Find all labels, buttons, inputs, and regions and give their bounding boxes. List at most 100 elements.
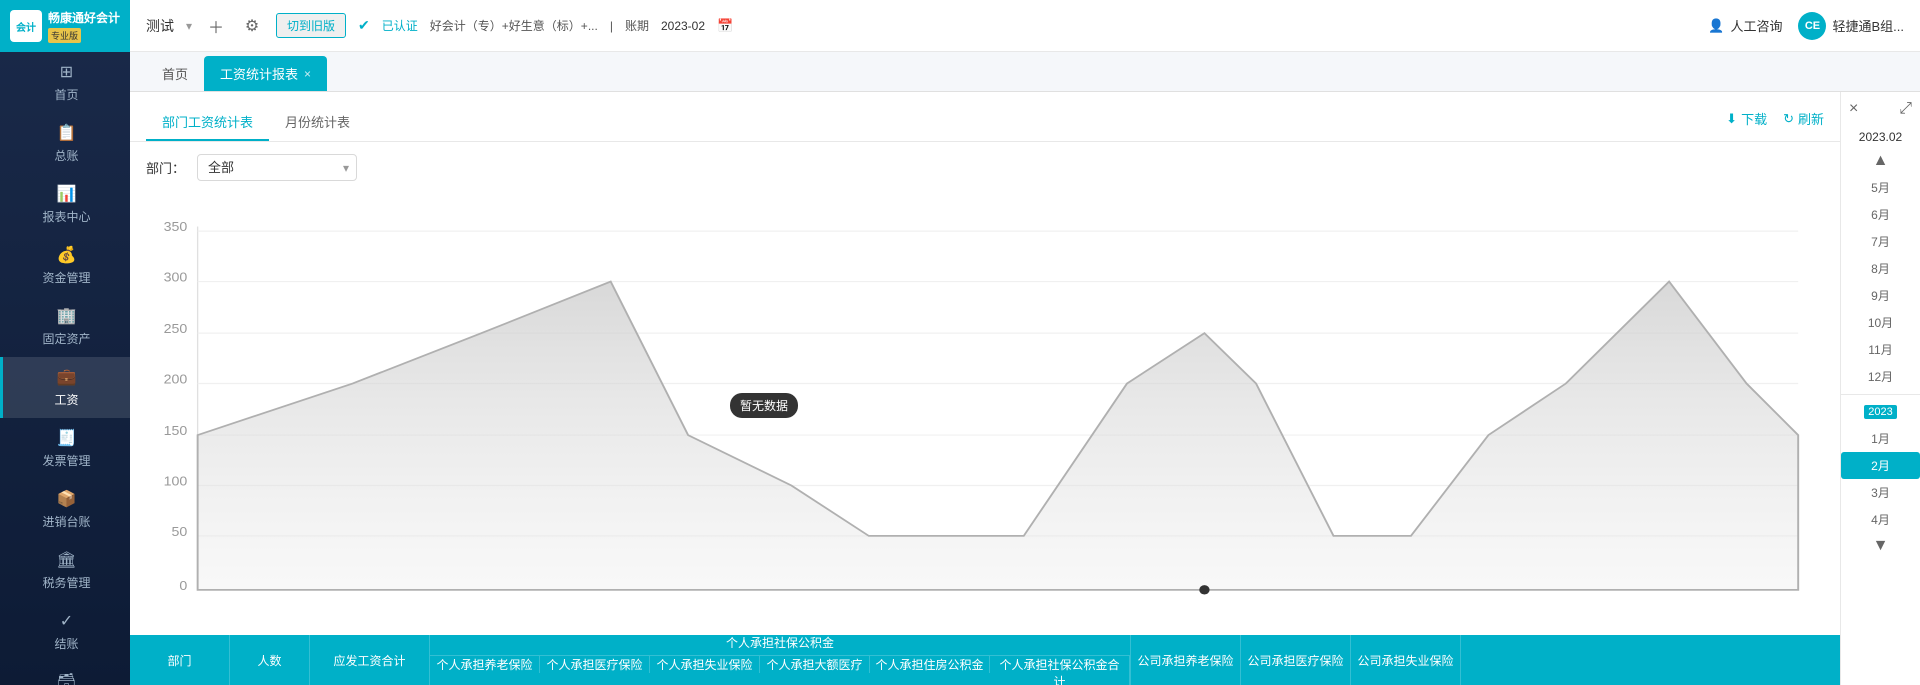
sidebar-item-report-center[interactable]: 📊 报表中心	[0, 174, 130, 235]
svg-text:200: 200	[164, 372, 188, 386]
dept-select[interactable]: 全部部门A部门B	[197, 154, 357, 181]
download-icon: ⬇	[1726, 111, 1737, 127]
period-value: 2023-02	[661, 19, 705, 33]
avatar: CE	[1798, 12, 1826, 40]
col-pension: 个人承担养老保险	[430, 656, 540, 673]
calendar-icon[interactable]: 📅	[717, 18, 733, 34]
content-area: 部门工资统计表 月份统计表 ⬇ 下载 ↻ 刷新 部门： 全部部门A	[130, 92, 1920, 685]
dept-filter-label: 部门：	[146, 158, 185, 177]
svg-text:0: 0	[179, 578, 187, 592]
salary-label: 工资	[54, 391, 78, 408]
prev-year-months: 5月6月7月8月9月10月11月12月	[1860, 174, 1901, 390]
sales-ledger-label: 进销台账	[42, 513, 90, 530]
general-ledger-icon: 📋	[57, 123, 77, 143]
month-11月[interactable]: 11月	[1860, 336, 1901, 363]
nav-down-button[interactable]: ▼	[1841, 533, 1920, 559]
chart-area: 350 300 250 200 150 100 50 0	[130, 193, 1840, 635]
month-5月[interactable]: 5月	[1860, 174, 1901, 201]
fund-management-icon: 💰	[57, 245, 77, 265]
tags-info: 好会计（专）+好生意（标）+...	[430, 17, 598, 34]
month-7月[interactable]: 7月	[1860, 228, 1901, 255]
month-10月[interactable]: 10月	[1860, 309, 1901, 336]
fund-management-label: 资金管理	[42, 269, 90, 286]
svg-text:150: 150	[164, 424, 188, 438]
help-icon: 👤	[1708, 18, 1724, 34]
sidebar-item-general-ledger[interactable]: 📋 总账	[0, 113, 130, 174]
col-dept: 部门	[130, 635, 230, 685]
svg-text:300: 300	[164, 270, 188, 284]
svg-text:100: 100	[164, 474, 188, 488]
sidebar-item-archive[interactable]: 🗃归档管理	[0, 662, 130, 685]
company-dropdown-icon[interactable]: ▾	[186, 19, 192, 33]
archive-icon: 🗃	[56, 672, 76, 685]
month-12月[interactable]: 12月	[1860, 363, 1901, 390]
sub-tab-actions: ⬇ 下载 ↻ 刷新	[1726, 109, 1824, 136]
dept-select-wrap: 全部部门A部门B	[197, 154, 357, 181]
expand-panel-button[interactable]: ⤢	[1899, 100, 1912, 118]
tab-home[interactable]: 首页	[146, 56, 204, 91]
help-label: 人工咨询	[1730, 16, 1782, 35]
sidebar-item-fund-management[interactable]: 💰 资金管理	[0, 235, 130, 296]
report-center-icon: 📊	[57, 184, 77, 204]
sub-tabs: 部门工资统计表 月份统计表 ⬇ 下载 ↻ 刷新	[130, 92, 1840, 142]
nav-up-button[interactable]: ▲	[1841, 148, 1920, 174]
month-2023-2月[interactable]: 2月	[1841, 452, 1920, 479]
tab-label-home: 首页	[162, 64, 188, 83]
tax-label: 税务管理	[42, 574, 90, 591]
period-label: 账期	[625, 17, 649, 34]
refresh-icon: ↻	[1783, 111, 1794, 127]
tab-close-salary-report[interactable]: ×	[304, 67, 311, 81]
month-2023-4月[interactable]: 4月	[1841, 506, 1920, 533]
col-unemployment: 个人承担失业保险	[650, 656, 760, 673]
sidebar-item-invoice[interactable]: 🧾 发票管理	[0, 418, 130, 479]
general-ledger-label: 总账	[54, 147, 78, 164]
col-total-personal: 个人承担社保公积金合计	[990, 656, 1130, 685]
invoice-label: 发票管理	[42, 452, 90, 469]
download-button[interactable]: ⬇ 下载	[1726, 109, 1767, 128]
sidebar-item-fixed-assets[interactable]: 🏢 固定资产	[0, 296, 130, 357]
tab-dept-salary[interactable]: 部门工资统计表	[146, 104, 269, 141]
year-2023-section: 2023 1月2月3月4月	[1841, 394, 1920, 533]
tab-salary-report[interactable]: 工资统计报表×	[204, 56, 327, 91]
logo-icon: 会计	[10, 10, 42, 42]
status-badge: 已认证	[382, 17, 418, 34]
report-center-label: 报表中心	[42, 208, 90, 225]
fixed-assets-icon: 🏢	[57, 306, 77, 326]
month-8月[interactable]: 8月	[1860, 255, 1901, 282]
help-button[interactable]: 👤 人工咨询	[1708, 16, 1782, 35]
sales-ledger-icon: 📦	[57, 489, 77, 509]
switch-version-button[interactable]: 切到旧版	[276, 13, 346, 38]
user-menu[interactable]: CE 轻捷通B组...	[1798, 12, 1904, 40]
closing-icon: ✓	[60, 611, 73, 631]
col-company-medical: 公司承担医疗保险	[1241, 635, 1351, 685]
home-icon: ⊞	[60, 62, 73, 82]
month-2023-3月[interactable]: 3月	[1841, 479, 1920, 506]
sidebar-item-closing[interactable]: ✓ 结账	[0, 601, 130, 662]
topbar-right: 👤 人工咨询 CE 轻捷通B组...	[1708, 12, 1904, 40]
company-name: 测试	[146, 16, 174, 36]
home-label: 首页	[54, 86, 78, 103]
month-9月[interactable]: 9月	[1860, 282, 1901, 309]
fixed-assets-label: 固定资产	[42, 330, 90, 347]
invoice-icon: 🧾	[57, 428, 77, 448]
table-footer: 部门 人数 应发工资合计 个人承担社保公积金 个人承担养老保险 个人承担医疗保险…	[130, 635, 1840, 685]
page-content: 部门工资统计表 月份统计表 ⬇ 下载 ↻ 刷新 部门： 全部部门A	[130, 92, 1840, 685]
current-year-months: 1月2月3月4月	[1841, 425, 1920, 533]
sidebar-item-tax[interactable]: 🏛税务管理	[0, 540, 130, 601]
tab-monthly-salary[interactable]: 月份统计表	[269, 104, 366, 141]
col-company-unemployment: 公司承担失业保险	[1351, 635, 1461, 685]
col-personal-insurance-header: 个人承担社保公积金	[430, 635, 1130, 656]
closing-label: 结账	[54, 635, 78, 652]
settings-icon[interactable]: ⚙	[240, 14, 264, 38]
refresh-button[interactable]: ↻ 刷新	[1783, 109, 1824, 128]
topbar: 测试 ▾ ＋ ⚙ 切到旧版 ✔ 已认证 好会计（专）+好生意（标）+... | …	[130, 0, 1920, 52]
close-panel-button[interactable]: ×	[1849, 100, 1858, 118]
sidebar-item-sales-ledger[interactable]: 📦 进销台账	[0, 479, 130, 540]
sidebar-item-salary[interactable]: 💼工资	[0, 357, 130, 418]
user-name: 轻捷通B组...	[1832, 16, 1904, 35]
svg-text:350: 350	[164, 220, 188, 234]
add-button[interactable]: ＋	[204, 14, 228, 38]
month-6月[interactable]: 6月	[1860, 201, 1901, 228]
sidebar-item-home[interactable]: ⊞ 首页	[0, 52, 130, 113]
month-2023-1月[interactable]: 1月	[1841, 425, 1920, 452]
